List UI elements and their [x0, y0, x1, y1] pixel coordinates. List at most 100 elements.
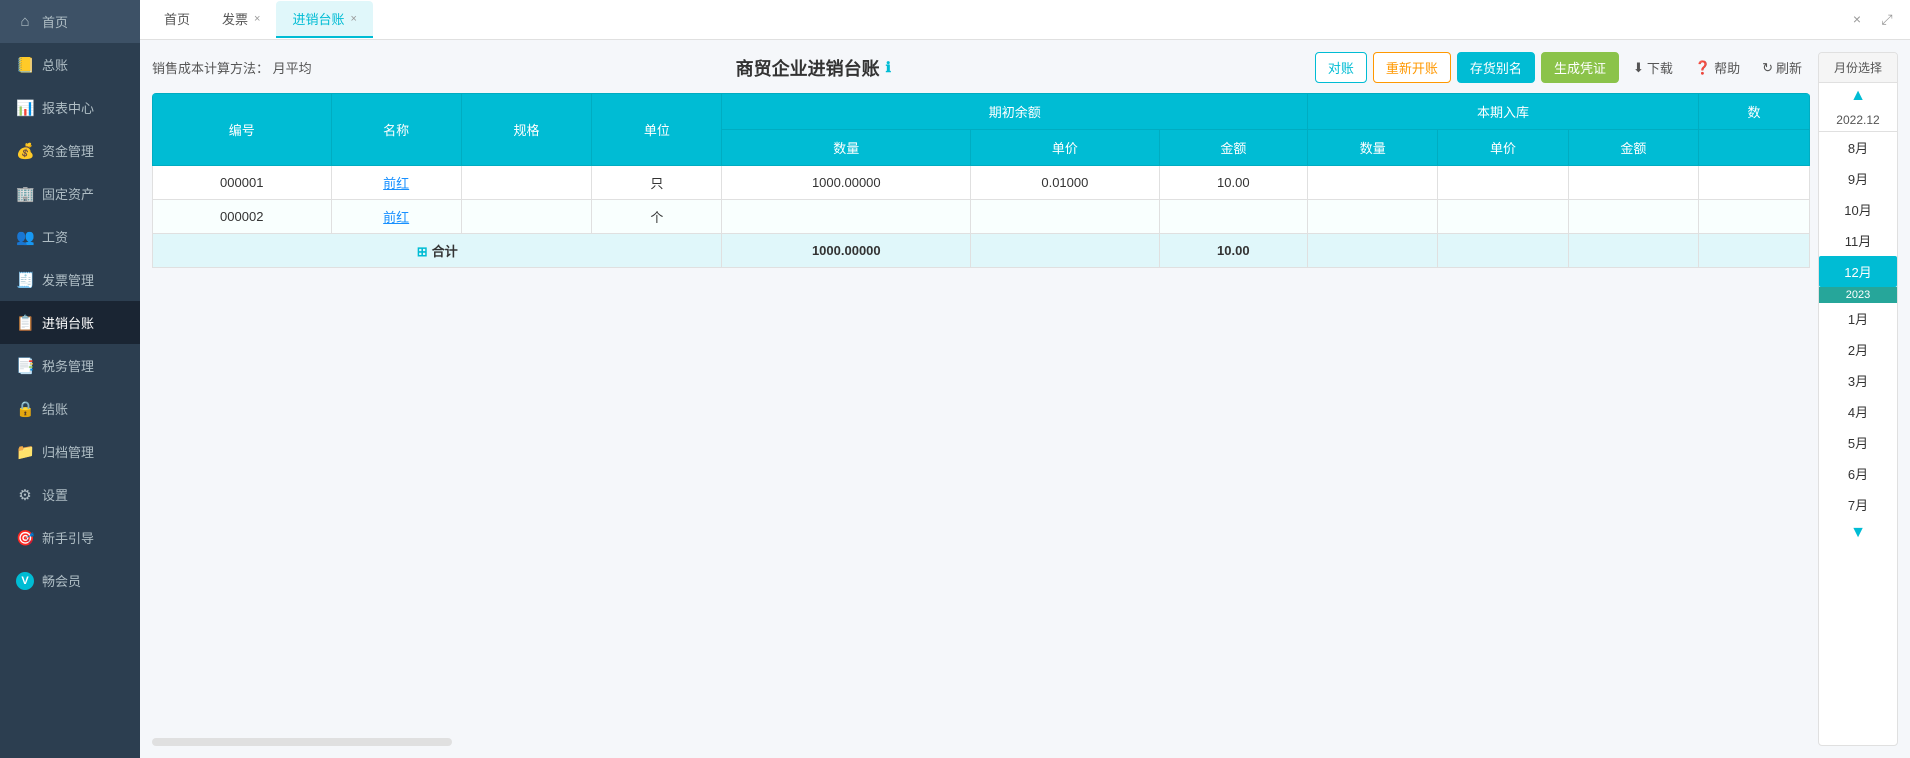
table-total-row: ⊞合计 1000.00000 10.00 — [153, 234, 1810, 268]
save-alias-button[interactable]: 存货别名 — [1457, 52, 1535, 83]
sidebar-item-label: 结账 — [42, 399, 68, 418]
month-item-12[interactable]: 12月 — [1819, 256, 1897, 287]
cell-code: 000002 — [153, 200, 332, 234]
cell-init-qty — [722, 200, 971, 234]
th-unit: 单位 — [592, 94, 722, 166]
invoice-mgr-icon: 🧾 — [16, 271, 34, 289]
help-label: 帮助 — [1714, 58, 1740, 77]
month-nav-up[interactable]: ▲ — [1819, 83, 1897, 109]
help-button[interactable]: ❓ 帮助 — [1687, 53, 1748, 82]
sidebar-item-label: 总账 — [42, 55, 68, 74]
content-area: 销售成本计算方法： 月平均 商贸企业进销台账 ℹ 对账 重新开账 存货别名 生成… — [140, 40, 1910, 758]
th-in-qty: 数量 — [1308, 130, 1438, 166]
cell-in-price — [1438, 166, 1568, 200]
fixed-icon: 🏢 — [16, 185, 34, 203]
month-item-7[interactable]: 7月 — [1819, 489, 1897, 520]
window-close-button[interactable]: × — [1846, 8, 1868, 30]
sidebar-item-label: 固定资产 — [42, 184, 94, 203]
cell-init-qty: 1000.00000 — [722, 166, 971, 200]
table-header-row1: 编号 名称 规格 单位 期初余额 本期入库 数 — [153, 94, 1810, 130]
download-label: 下载 — [1647, 58, 1673, 77]
page-title-text: 商贸企业进销台账 — [736, 55, 880, 81]
month-item-9[interactable]: 9月 — [1819, 163, 1897, 194]
sidebar-item-settings[interactable]: ⚙ 设置 — [0, 473, 140, 516]
header-row: 销售成本计算方法： 月平均 商贸企业进销台账 ℹ 对账 重新开账 存货别名 生成… — [152, 52, 1810, 83]
sidebar-item-guide[interactable]: 🎯 新手引导 — [0, 516, 140, 559]
cell-spec — [461, 200, 591, 234]
cell-init-amount: 10.00 — [1159, 166, 1307, 200]
month-item-5[interactable]: 5月 — [1819, 427, 1897, 458]
purchase-sale-table: 编号 名称 规格 单位 期初余额 本期入库 数 数量 单价 金额 数 — [152, 93, 1810, 268]
cell-extra — [1699, 200, 1810, 234]
page-title: 商贸企业进销台账 ℹ — [736, 55, 891, 81]
name-link[interactable]: 前红 — [383, 210, 409, 225]
tab-home[interactable]: 首页 — [148, 1, 206, 38]
total-init-qty: 1000.00000 — [722, 234, 971, 268]
sidebar-item-close[interactable]: 🔒 结账 — [0, 387, 140, 430]
tab-bar: 首页 发票 × 进销台账 × — [140, 0, 1910, 40]
sidebar-item-reports[interactable]: 📊 报表中心 — [0, 86, 140, 129]
window-maximize-button[interactable]: ⤢ — [1876, 8, 1898, 30]
tab-purchase-sale-label: 进销台账 — [292, 9, 344, 28]
month-item-3[interactable]: 3月 — [1819, 365, 1897, 396]
tab-home-label: 首页 — [164, 9, 190, 28]
tab-purchase-sale-close[interactable]: × — [350, 13, 356, 25]
sidebar-item-salary[interactable]: 👥 工资 — [0, 215, 140, 258]
sidebar-item-tax[interactable]: 📑 税务管理 — [0, 344, 140, 387]
total-in-amount — [1568, 234, 1698, 268]
month-item-10[interactable]: 10月 — [1819, 194, 1897, 225]
month-nav-down[interactable]: ▼ — [1819, 520, 1897, 546]
cell-code: 000001 — [153, 166, 332, 200]
month-year-2022: 2022.12 — [1819, 109, 1897, 132]
sidebar-item-purchase-sale[interactable]: 📋 进销台账 — [0, 301, 140, 344]
sidebar-item-fixed[interactable]: 🏢 固定资产 — [0, 172, 140, 215]
tab-invoice-label: 发票 — [222, 9, 248, 28]
th-extra: 数 — [1699, 94, 1810, 130]
tab-invoice[interactable]: 发票 × — [206, 1, 276, 38]
sidebar-item-invoice-mgr[interactable]: 🧾 发票管理 — [0, 258, 140, 301]
name-link[interactable]: 前红 — [383, 176, 409, 191]
cost-method-label: 销售成本计算方法： — [152, 61, 269, 76]
month-item-11[interactable]: 11月 — [1819, 225, 1897, 256]
home-icon: ⌂ — [16, 13, 34, 30]
month-item-1[interactable]: 1月 — [1819, 303, 1897, 334]
generate-voucher-button[interactable]: 生成凭证 — [1541, 52, 1619, 83]
month-item-4[interactable]: 4月 — [1819, 396, 1897, 427]
sidebar-item-label: 发票管理 — [42, 270, 94, 289]
sidebar-item-home[interactable]: ⌂ 首页 — [0, 0, 140, 43]
cell-in-amount — [1568, 166, 1698, 200]
th-in-price: 单价 — [1438, 130, 1568, 166]
download-button[interactable]: ⬇ 下载 — [1625, 53, 1681, 82]
tax-icon: 📑 — [16, 357, 34, 375]
cell-name: 前红 — [331, 166, 461, 200]
member-icon: V — [16, 572, 34, 590]
cell-name: 前红 — [331, 200, 461, 234]
main-panel: 销售成本计算方法： 月平均 商贸企业进销台账 ℹ 对账 重新开账 存货别名 生成… — [152, 52, 1810, 746]
tab-purchase-sale[interactable]: 进销台账 × — [276, 1, 372, 38]
info-icon[interactable]: ℹ — [886, 59, 891, 76]
refresh-label: 刷新 — [1776, 58, 1802, 77]
month-panel: 月份选择 ▲ 2022.12 8月 9月 10月 11月 12月 2023 1月… — [1818, 52, 1898, 746]
reopen-button[interactable]: 重新开账 — [1373, 52, 1451, 83]
settings-icon: ⚙ — [16, 486, 34, 504]
sidebar-item-funds[interactable]: 💰 资金管理 — [0, 129, 140, 172]
reconcile-button[interactable]: 对账 — [1315, 52, 1367, 83]
funds-icon: 💰 — [16, 142, 34, 160]
tab-invoice-close[interactable]: × — [254, 13, 260, 25]
sidebar-item-label: 首页 — [42, 12, 68, 31]
month-item-2[interactable]: 2月 — [1819, 334, 1897, 365]
scroll-bar[interactable] — [152, 738, 452, 746]
sidebar-item-ledger[interactable]: 📒 总账 — [0, 43, 140, 86]
month-item-6[interactable]: 6月 — [1819, 458, 1897, 489]
salary-icon: 👥 — [16, 228, 34, 246]
table-wrap: 编号 名称 规格 单位 期初余额 本期入库 数 数量 单价 金额 数 — [152, 93, 1810, 734]
sidebar-item-member[interactable]: V 畅会员 — [0, 559, 140, 602]
th-code: 编号 — [153, 94, 332, 166]
sidebar: ⌂ 首页 📒 总账 📊 报表中心 💰 资金管理 🏢 固定资产 👥 工资 🧾 发票… — [0, 0, 140, 758]
month-item-8[interactable]: 8月 — [1819, 132, 1897, 163]
cell-extra — [1699, 166, 1810, 200]
total-in-price — [1438, 234, 1568, 268]
sidebar-item-archive[interactable]: 📁 归档管理 — [0, 430, 140, 473]
cell-in-amount — [1568, 200, 1698, 234]
refresh-button[interactable]: ↻ 刷新 — [1754, 53, 1810, 82]
